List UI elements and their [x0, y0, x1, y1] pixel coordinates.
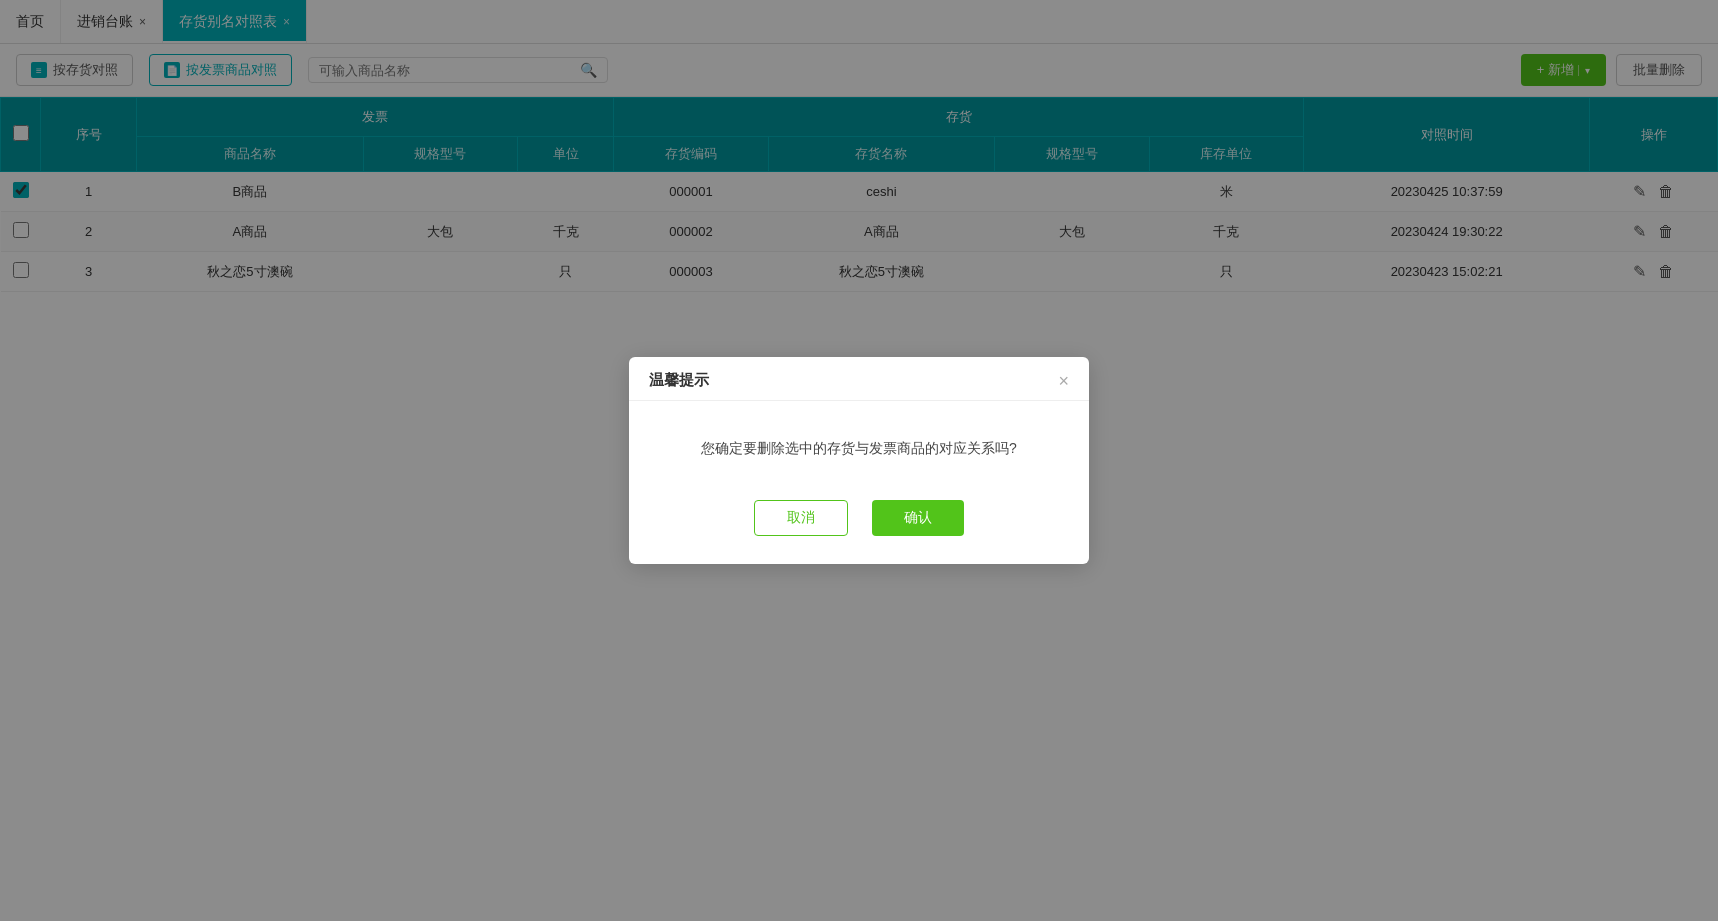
confirm-dialog: 温馨提示 × 您确定要删除选中的存货与发票商品的对应关系吗? 取消 确认 — [629, 357, 1089, 563]
dialog-close-button[interactable]: × — [1058, 372, 1069, 390]
dialog-message: 您确定要删除选中的存货与发票商品的对应关系吗? — [701, 440, 1017, 456]
cancel-button[interactable]: 取消 — [754, 500, 848, 536]
dialog-body: 您确定要删除选中的存货与发票商品的对应关系吗? — [629, 401, 1089, 483]
dialog-header: 温馨提示 × — [629, 357, 1089, 401]
dialog-title: 温馨提示 — [649, 371, 709, 390]
confirm-button[interactable]: 确认 — [872, 500, 964, 536]
dialog-overlay: 温馨提示 × 您确定要删除选中的存货与发票商品的对应关系吗? 取消 确认 — [0, 0, 1718, 921]
dialog-footer: 取消 确认 — [629, 484, 1089, 564]
